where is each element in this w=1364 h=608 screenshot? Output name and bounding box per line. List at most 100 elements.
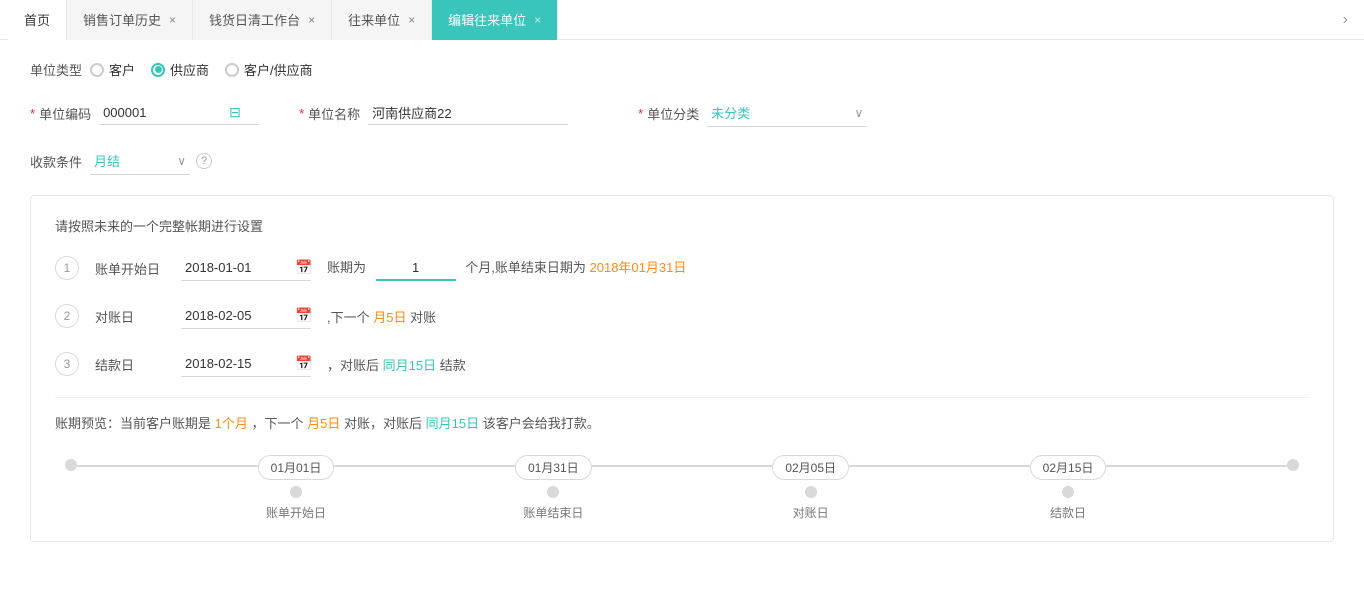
tl-node-2-label: 01月31日: [515, 455, 592, 480]
unit-code-input[interactable]: [99, 101, 229, 124]
radio-customer[interactable]: 客户: [90, 60, 135, 79]
step-2-label: 对账日: [95, 307, 165, 326]
step-1-period-unit: 个月,账单结束日期为: [465, 260, 586, 275]
payment-terms-arrow: ∨: [177, 154, 186, 168]
timeline-node-4: 02月15日 结款日: [1030, 455, 1107, 521]
tl-node-4-label: 02月15日: [1030, 455, 1107, 480]
unit-type-row: 单位类型 客户 供应商 客户/供应商: [30, 60, 1334, 79]
tab-cashflow-label: 钱货日清工作台: [209, 10, 300, 29]
unit-category-item: * 单位分类 未分类 ∨: [638, 99, 867, 127]
step-1-label: 账单开始日: [95, 259, 165, 278]
step-2-desc-post: 对账: [410, 310, 436, 325]
tab-cashflow-close[interactable]: ×: [308, 13, 315, 27]
tabs-more-arrow[interactable]: ›: [1335, 11, 1356, 29]
tabs-bar: 首页 销售订单历史 × 钱货日清工作台 × 往来单位 × 编辑往来单位 × ›: [0, 0, 1364, 40]
unit-name-star: *: [299, 106, 304, 121]
preview-part3: 对账，对账后: [344, 416, 422, 431]
settings-panel: 请按照未来的一个完整帐期进行设置 1 账单开始日 📅 账期为 个月,账单结束日期…: [30, 195, 1334, 542]
preview-prefix: 账期预览：当前客户账期是: [55, 416, 211, 431]
timeline-node-3: 02月05日 对账日: [772, 455, 849, 521]
step-2-calendar-icon[interactable]: 📅: [295, 307, 312, 324]
step-3-date-input[interactable]: [185, 356, 295, 371]
step-2-desc-highlight: 月5日: [373, 310, 406, 325]
preview-section: 账期预览：当前客户账期是 1个月 ，下一个 月5日 对账，对账后 同月15日 该…: [55, 397, 1309, 521]
step-1-period-input[interactable]: [376, 256, 456, 281]
payment-terms-help-icon[interactable]: ?: [196, 153, 212, 169]
unit-category-star: *: [638, 106, 643, 121]
start-dot-circle: [65, 459, 77, 471]
tab-sales-history[interactable]: 销售订单历史 ×: [67, 0, 193, 40]
tl-connector-2: [592, 465, 773, 467]
step-3-label: 结款日: [95, 355, 165, 374]
radio-supplier-circle: [151, 63, 165, 77]
tab-home[interactable]: 首页: [8, 0, 67, 40]
payment-terms-label: 收款条件: [30, 152, 82, 171]
unit-type-label: 单位类型: [30, 60, 82, 79]
tab-partner-close[interactable]: ×: [408, 13, 415, 27]
panel-instruction: 请按照未来的一个完整帐期进行设置: [55, 216, 1309, 235]
timeline-end-dot: [1287, 455, 1299, 471]
step-3-row: 3 结款日 📅 ，对账后 同月15日 结款: [55, 351, 1309, 377]
step-2-row: 2 对账日 📅 ,下一个 月5日 对账: [55, 303, 1309, 329]
payment-terms-row: 收款条件 月结 ∨ ?: [30, 147, 1334, 175]
unit-category-select[interactable]: 未分类 ∨: [707, 99, 867, 127]
preview-reconcile: 月5日: [307, 416, 340, 431]
preview-payment: 同月15日: [426, 416, 479, 431]
tab-sales-history-close[interactable]: ×: [169, 13, 176, 27]
preview-text: 账期预览：当前客户账期是 1个月 ，下一个 月5日 对账，对账后 同月15日 该…: [55, 414, 1309, 435]
step-1-period-end: 2018年01月31日: [590, 260, 687, 275]
unit-type-item: 单位类型 客户 供应商 客户/供应商: [30, 60, 313, 79]
unit-type-radio-group: 客户 供应商 客户/供应商: [90, 60, 313, 79]
payment-terms-item: 收款条件 月结 ∨ ?: [30, 147, 212, 175]
radio-both[interactable]: 客户/供应商: [225, 60, 313, 79]
unit-code-input-wrap: ⊟: [99, 101, 259, 125]
end-dot-circle: [1287, 459, 1299, 471]
step-2-date-input[interactable]: [185, 308, 295, 323]
step-1-period-label: 账期为: [327, 260, 366, 275]
unit-name-input[interactable]: [368, 101, 568, 125]
step-1-desc: 账期为 个月,账单结束日期为 2018年01月31日: [327, 256, 686, 281]
step-1-date-input[interactable]: [185, 260, 295, 275]
payment-terms-select[interactable]: 月结 ∨: [90, 147, 190, 175]
tl-connector-0: [77, 465, 258, 467]
tab-sales-history-label: 销售订单历史: [83, 10, 161, 29]
step-3-desc-highlight: 同月15日: [383, 358, 436, 373]
step-2-desc: ,下一个 月5日 对账: [327, 307, 436, 326]
tab-home-label: 首页: [24, 10, 50, 29]
tab-edit-partner-close[interactable]: ×: [534, 13, 541, 27]
radio-supplier[interactable]: 供应商: [151, 60, 209, 79]
tab-edit-partner[interactable]: 编辑往来单位 ×: [432, 0, 558, 40]
timeline-container: 01月01日 账单开始日 01月31日 账单结束日 02月05日: [55, 455, 1309, 521]
tab-partner[interactable]: 往来单位 ×: [332, 0, 432, 40]
tl-node-2-dot: [547, 486, 559, 498]
radio-customer-label: 客户: [109, 60, 135, 79]
step-2-desc-pre: ,下一个: [327, 310, 370, 325]
timeline-node-1: 01月01日 账单开始日: [258, 455, 335, 521]
preview-period: 1个月: [215, 416, 248, 431]
timeline-start-dot: [65, 455, 77, 471]
tl-node-2-sublabel: 账单结束日: [523, 504, 583, 521]
step-1-num: 1: [55, 256, 79, 280]
tab-cashflow[interactable]: 钱货日清工作台 ×: [193, 0, 332, 40]
unit-code-copy-icon[interactable]: ⊟: [229, 104, 241, 121]
radio-both-label: 客户/供应商: [244, 60, 313, 79]
content-area: 单位类型 客户 供应商 客户/供应商 * 单位编码: [0, 40, 1364, 608]
step-1-calendar-icon[interactable]: 📅: [295, 259, 312, 276]
tl-connector-4: [1106, 465, 1287, 467]
step-3-num: 3: [55, 352, 79, 376]
tl-node-1-sublabel: 账单开始日: [266, 504, 326, 521]
step-3-desc-post: 结款: [440, 358, 466, 373]
unit-name-label: 单位名称: [308, 104, 360, 123]
preview-part2: ，下一个: [252, 416, 304, 431]
timeline-node-2: 01月31日 账单结束日: [515, 455, 592, 521]
tl-node-4-dot: [1062, 486, 1074, 498]
tab-partner-label: 往来单位: [348, 10, 400, 29]
step-2-num: 2: [55, 304, 79, 328]
tl-connector-1: [334, 465, 515, 467]
tab-edit-partner-label: 编辑往来单位: [448, 10, 526, 29]
unit-name-item: * 单位名称: [299, 101, 568, 125]
step-3-calendar-icon[interactable]: 📅: [295, 355, 312, 372]
unit-code-item: * 单位编码 ⊟: [30, 101, 259, 125]
tl-node-3-sublabel: 对账日: [793, 504, 829, 521]
radio-customer-circle: [90, 63, 104, 77]
